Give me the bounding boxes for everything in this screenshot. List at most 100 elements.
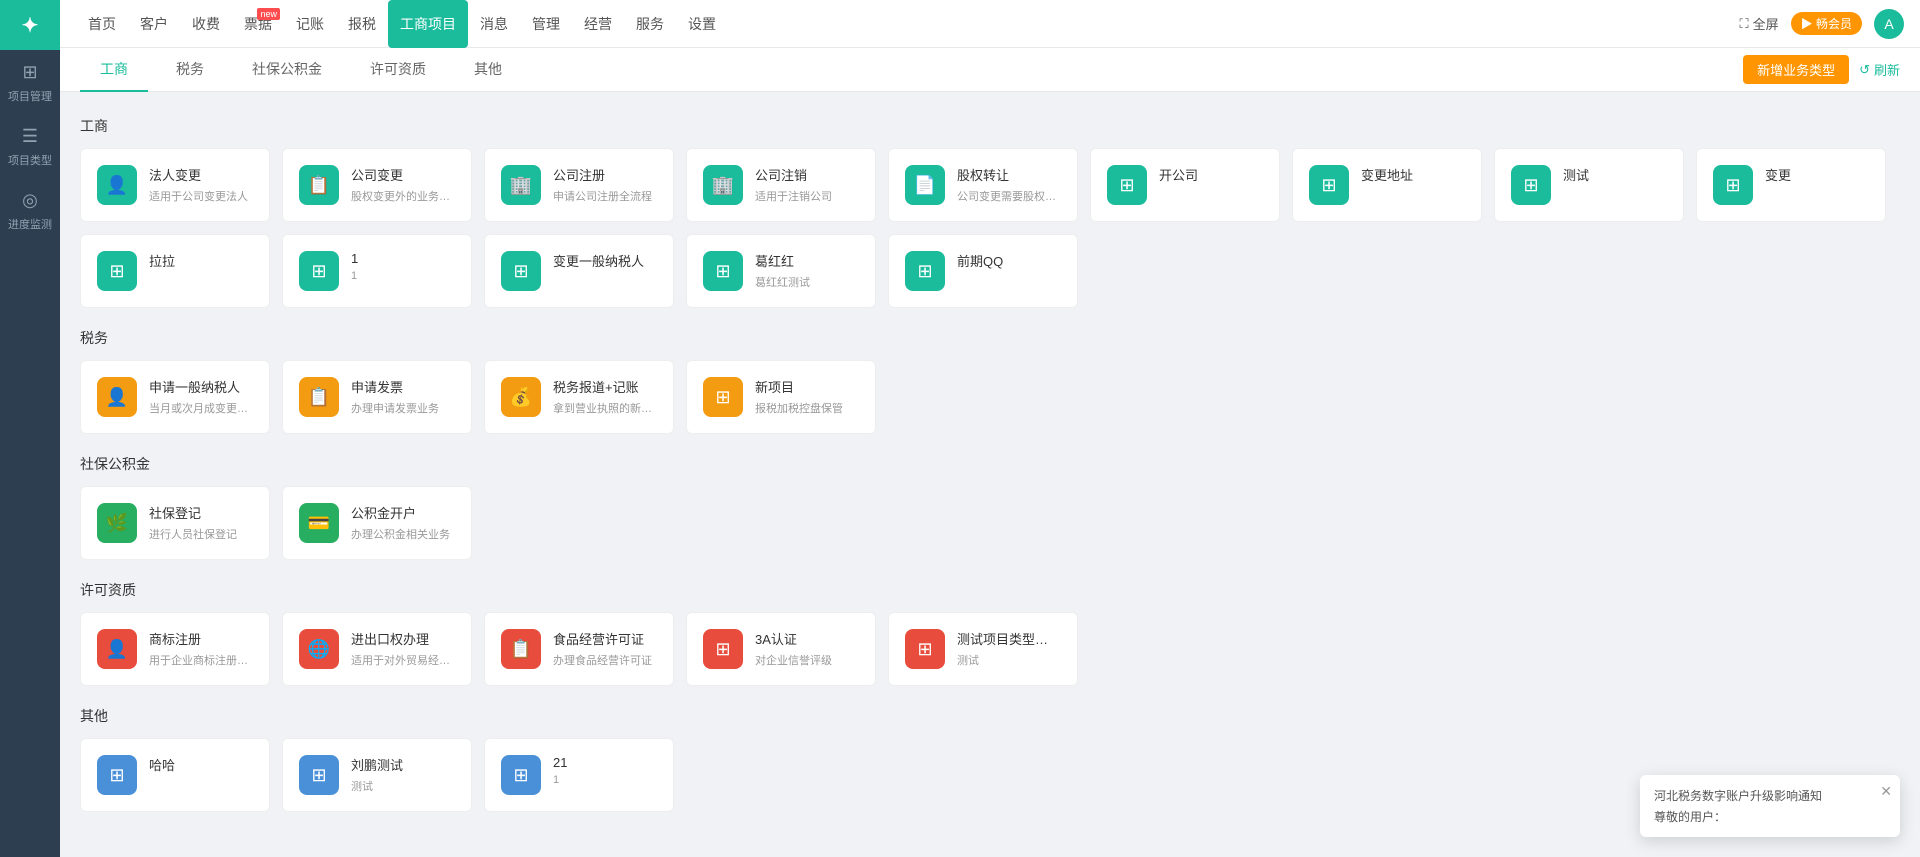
card-desc-company-register: 申请公司注册全流程 bbox=[553, 188, 657, 204]
card-haha[interactable]: ⊞哈哈 bbox=[80, 738, 270, 812]
card-text-apply-taxpayer: 申请一般纳税人当月或次月成变更完成 bbox=[149, 377, 253, 416]
card-num1[interactable]: ⊞ 1 1 bbox=[282, 234, 472, 308]
card-title-liupeng-test: 刘鹏测试 bbox=[351, 755, 455, 774]
card-title-equity-transfer: 股权转让 bbox=[957, 165, 1061, 184]
tab-shuiwu[interactable]: 税务 bbox=[156, 48, 224, 92]
cards-grid-gongshang-section: 👤 法人变更适用于公司变更法人 📋公司变更股权变更外的业务变更🏢公司注册申请公司注册… bbox=[80, 148, 1900, 308]
card-3a-cert[interactable]: ⊞3A认证对企业信誉评级 bbox=[686, 612, 876, 686]
fullscreen-btn[interactable]: ⛶ 全屏 bbox=[1740, 14, 1779, 33]
card-desc-company-cancel: 适用于注销公司 bbox=[755, 188, 859, 204]
card-icon-equity-transfer: 📄 bbox=[905, 165, 945, 205]
nav-manage[interactable]: 管理 bbox=[520, 0, 572, 48]
card-change-address[interactable]: ⊞变更地址 bbox=[1292, 148, 1482, 222]
vip-btn[interactable]: ▶ 畅会员 bbox=[1791, 12, 1862, 35]
card-apply-invoice[interactable]: 📋申请发票办理申请发票业务 bbox=[282, 360, 472, 434]
card-title-num21: 21 bbox=[553, 755, 657, 770]
nav-tax[interactable]: 报税 bbox=[336, 0, 388, 48]
card-icon-3a-cert: ⊞ bbox=[703, 629, 743, 669]
card-text-legal-change: 法人变更适用于公司变更法人 bbox=[149, 165, 253, 204]
card-equity-transfer[interactable]: 📄 股权转让公司变更需要股权转让 bbox=[888, 148, 1078, 222]
card-social-register[interactable]: 🌿 社保登记进行人员社保登记 bbox=[80, 486, 270, 560]
card-title-num1: 1 bbox=[351, 251, 455, 266]
section-title-other-section: 其他 bbox=[80, 706, 1900, 726]
sidebar-item-project-type[interactable]: ☰ 项目类型 bbox=[0, 114, 60, 178]
card-test-type[interactable]: ⊞测试项目类型目定义测试 bbox=[888, 612, 1078, 686]
card-text-trademark: 商标注册用于企业商标注册服务 bbox=[149, 629, 253, 668]
card-icon-legal-change: 👤 bbox=[97, 165, 137, 205]
card-desc-legal-change: 适用于公司变更法人 bbox=[149, 188, 253, 204]
sidebar-item-project-manage[interactable]: ⊞ 项目管理 bbox=[0, 50, 60, 114]
tab-xuke[interactable]: 许可资质 bbox=[350, 48, 446, 92]
card-company-register[interactable]: 🏢公司注册申请公司注册全流程 bbox=[484, 148, 674, 222]
card-new-project[interactable]: ⊞新项目报税加税控盘保管 bbox=[686, 360, 876, 434]
card-tax-accounting[interactable]: 💰税务报道+记账拿到营业执照的新公司 bbox=[484, 360, 674, 434]
card-icon-num1: ⊞ bbox=[299, 251, 339, 291]
card-text-test-type: 测试项目类型目定义测试 bbox=[957, 629, 1061, 668]
card-title-lala: 拉拉 bbox=[149, 251, 253, 270]
card-food-license[interactable]: 📋食品经营许可证办理食品经营许可证 bbox=[484, 612, 674, 686]
refresh-button[interactable]: ↺ 刷新 bbox=[1859, 60, 1900, 79]
card-company-cancel[interactable]: 🏢公司注销适用于注销公司 bbox=[686, 148, 876, 222]
sidebar-item-progress-monitor[interactable]: ◎ 进度监测 bbox=[0, 178, 60, 242]
card-icon-num21: ⊞ bbox=[501, 755, 541, 795]
card-company-change[interactable]: 📋公司变更股权变更外的业务变更 bbox=[282, 148, 472, 222]
nav-accounting[interactable]: 记账 bbox=[284, 0, 336, 48]
sidebar-logo[interactable]: ✦ bbox=[0, 0, 60, 50]
card-text-tax-accounting: 税务报道+记账拿到营业执照的新公司 bbox=[553, 377, 657, 416]
card-fund-open[interactable]: 💳公积金开户办理公积金相关业务 bbox=[282, 486, 472, 560]
card-icon-trademark: 👤 bbox=[97, 629, 137, 669]
notification-text: 河北税务数字账户升级影响通知 bbox=[1654, 787, 1886, 804]
nav-operation[interactable]: 经营 bbox=[572, 0, 624, 48]
card-desc-equity-transfer: 公司变更需要股权转让 bbox=[957, 188, 1061, 204]
card-liupeng-test[interactable]: ⊞刘鹏测试测试 bbox=[282, 738, 472, 812]
card-legal-change[interactable]: 👤 法人变更适用于公司变更法人 bbox=[80, 148, 270, 222]
main-content: 工商👤法人变更适用于公司变更法人📋公司变更股权变更外的业务变更🏢公司注册申请公司… bbox=[60, 92, 1920, 857]
tab-shebao[interactable]: 社保公积金 bbox=[232, 48, 342, 92]
card-trademark[interactable]: 👤 商标注册用于企业商标注册服务 bbox=[80, 612, 270, 686]
topnav-right: ⛶ 全屏 ▶ 畅会员 A bbox=[1740, 9, 1905, 39]
card-change-taxpayer[interactable]: ⊞ 变更一般纳税人 bbox=[484, 234, 674, 308]
nav-message[interactable]: 消息 bbox=[468, 0, 520, 48]
avatar[interactable]: A bbox=[1874, 9, 1904, 39]
nav-home[interactable]: 首页 bbox=[76, 0, 128, 48]
card-text-company-cancel: 公司注销适用于注销公司 bbox=[755, 165, 859, 204]
card-lala[interactable]: ⊞ 拉拉 bbox=[80, 234, 270, 308]
project-manage-icon: ⊞ bbox=[18, 60, 42, 84]
card-change1[interactable]: ⊞变更 bbox=[1696, 148, 1886, 222]
card-icon-lala: ⊞ bbox=[97, 251, 137, 291]
card-desc-num1: 1 bbox=[351, 270, 455, 282]
card-test1[interactable]: ⊞测试 bbox=[1494, 148, 1684, 222]
card-icon-social-register: 🌿 bbox=[97, 503, 137, 543]
card-icon-change-taxpayer: ⊞ bbox=[501, 251, 541, 291]
card-import-export[interactable]: 🌐进出口权办理适用于对外贸易经营者 bbox=[282, 612, 472, 686]
notification-close[interactable]: ✕ bbox=[1880, 783, 1892, 800]
tab-gongshang[interactable]: 工商 bbox=[80, 48, 148, 92]
tab-actions: 新增业务类型 ↺ 刷新 bbox=[1743, 55, 1900, 84]
card-desc-food-license: 办理食品经营许可证 bbox=[553, 652, 657, 668]
card-num21[interactable]: ⊞211 bbox=[484, 738, 674, 812]
cards-grid-shuiwu-section: 👤申请一般纳税人当月或次月成变更完成📋申请发票办理申请发票业务💰税务报道+记账拿… bbox=[80, 360, 1900, 434]
nav-settings[interactable]: 设置 bbox=[676, 0, 728, 48]
nav-billing[interactable]: 收费 bbox=[180, 0, 232, 48]
card-front-qq[interactable]: ⊞ 前期QQ bbox=[888, 234, 1078, 308]
card-title-company-change: 公司变更 bbox=[351, 165, 455, 184]
card-gehonghong[interactable]: ⊞葛红红葛红红测试 bbox=[686, 234, 876, 308]
tab-other[interactable]: 其他 bbox=[454, 48, 522, 92]
card-apply-taxpayer[interactable]: 👤申请一般纳税人当月或次月成变更完成 bbox=[80, 360, 270, 434]
card-icon-change1: ⊞ bbox=[1713, 165, 1753, 205]
nav-bizproject[interactable]: 工商项目 bbox=[388, 0, 468, 48]
nav-ticket[interactable]: 票据 new bbox=[232, 0, 284, 48]
card-title-change-taxpayer: 变更一般纳税人 bbox=[553, 251, 657, 270]
card-title-front-qq: 前期QQ bbox=[957, 251, 1061, 270]
fullscreen-label: 全屏 bbox=[1753, 14, 1779, 33]
card-text-equity-transfer: 股权转让公司变更需要股权转让 bbox=[957, 165, 1061, 204]
card-icon-company-register: 🏢 bbox=[501, 165, 541, 205]
card-icon-front-qq: ⊞ bbox=[905, 251, 945, 291]
card-text-social-register: 社保登记进行人员社保登记 bbox=[149, 503, 253, 542]
card-title-gehonghong: 葛红红 bbox=[755, 251, 859, 270]
nav-customer[interactable]: 客户 bbox=[128, 0, 180, 48]
new-type-button[interactable]: 新增业务类型 bbox=[1743, 55, 1849, 84]
nav-service[interactable]: 服务 bbox=[624, 0, 676, 48]
card-open-company[interactable]: ⊞开公司 bbox=[1090, 148, 1280, 222]
ticket-badge: new bbox=[257, 8, 280, 21]
